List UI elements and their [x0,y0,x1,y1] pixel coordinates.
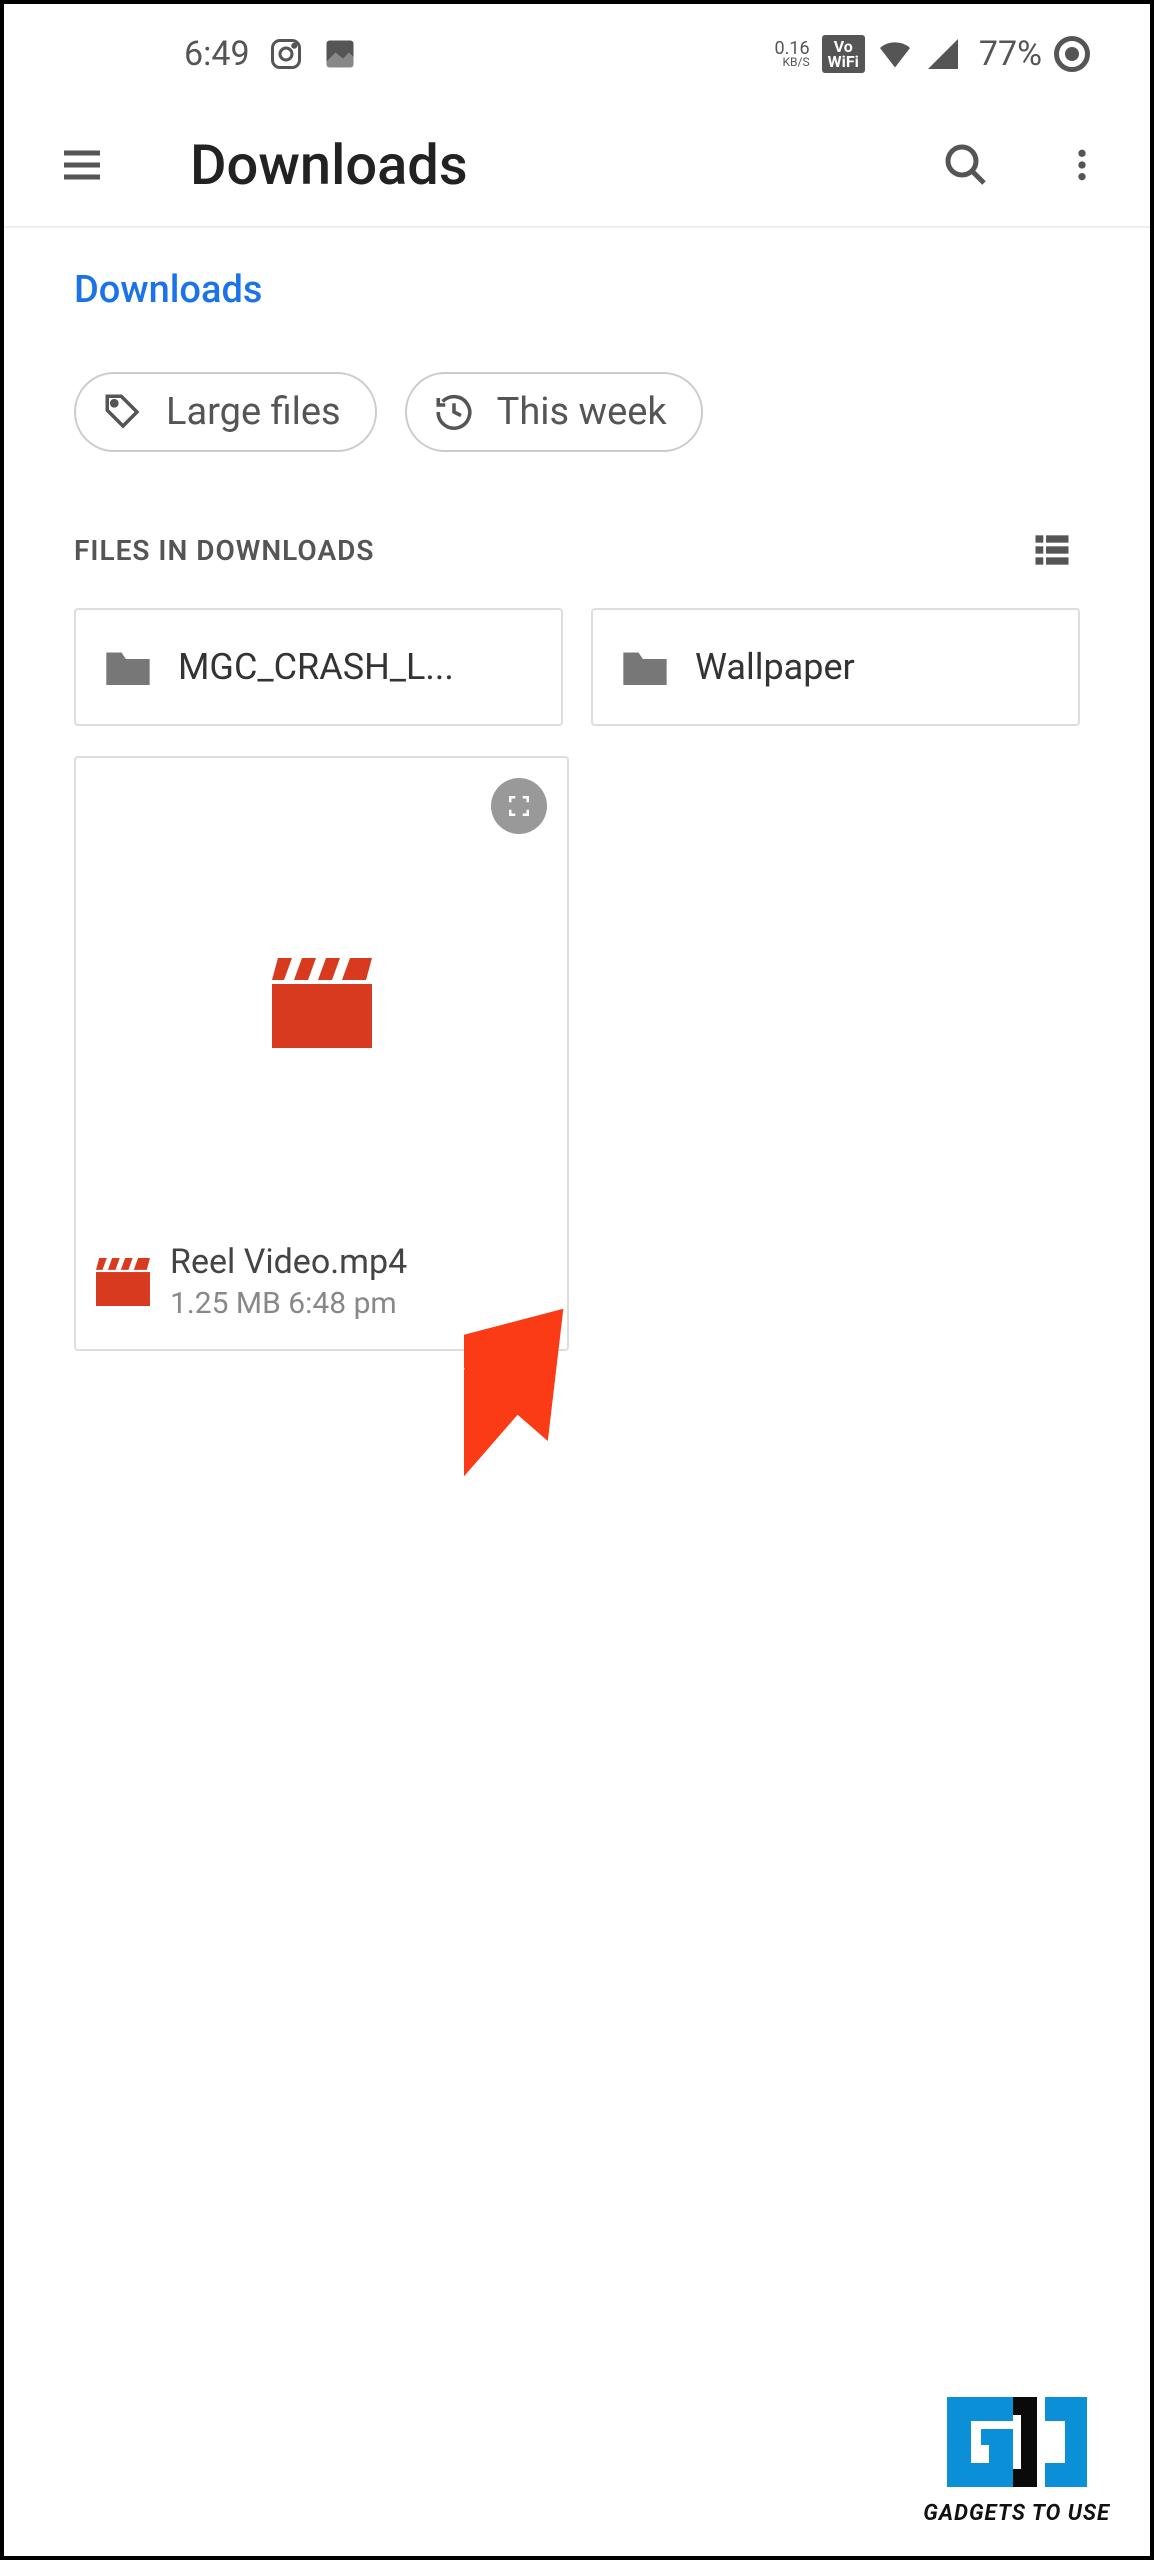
vowifi-badge: VoWiFi [822,35,865,73]
file-item[interactable]: Reel Video.mp4 1.25 MB 6:48 pm [74,756,569,1351]
camera-icon [268,36,304,72]
expand-button[interactable] [491,778,547,834]
chip-large-files[interactable]: Large files [74,372,377,452]
filter-chips: Large files This week [74,372,1080,452]
chip-this-week[interactable]: This week [405,372,703,452]
page-title: Downloads [190,132,898,198]
gallery-icon [322,36,358,72]
view-toggle-button[interactable] [1024,522,1080,578]
file-preview [76,758,567,1218]
video-icon [272,958,372,1048]
tag-icon [102,391,144,433]
chip-label: Large files [166,390,341,434]
watermark-text: GADGETS TO USE [923,2501,1110,2526]
video-icon [96,1258,150,1306]
folder-item[interactable]: MGC_CRASH_L... [74,608,563,726]
status-bar: 6:49 0.16 KB/S VoWiFi 77% [4,4,1150,104]
battery-circle-icon [1054,36,1090,72]
wifi-icon [877,36,913,72]
folder-icon [619,646,671,688]
signal-icon [925,36,961,72]
watermark-logo [937,2387,1097,2497]
menu-button[interactable] [54,137,110,193]
more-options-button[interactable] [1054,137,1110,193]
folder-label: Wallpaper [695,646,855,688]
chip-label: This week [497,390,667,434]
breadcrumb[interactable]: Downloads [74,268,1080,312]
annotation-arrow [464,1294,934,1694]
watermark: GADGETS TO USE [923,2387,1110,2526]
battery-percentage: 77% [979,34,1042,74]
section-title: FILES IN DOWNLOADS [74,534,374,567]
file-name: Reel Video.mp4 [170,1242,407,1282]
history-icon [433,391,475,433]
folder-label: MGC_CRASH_L... [178,646,454,688]
file-meta: 1.25 MB 6:48 pm [170,1286,407,1321]
folder-item[interactable]: Wallpaper [591,608,1080,726]
status-time: 6:49 [184,34,250,74]
search-button[interactable] [938,137,994,193]
folder-icon [102,646,154,688]
data-speed: 0.16 KB/S [775,41,810,68]
app-bar: Downloads [4,104,1150,228]
